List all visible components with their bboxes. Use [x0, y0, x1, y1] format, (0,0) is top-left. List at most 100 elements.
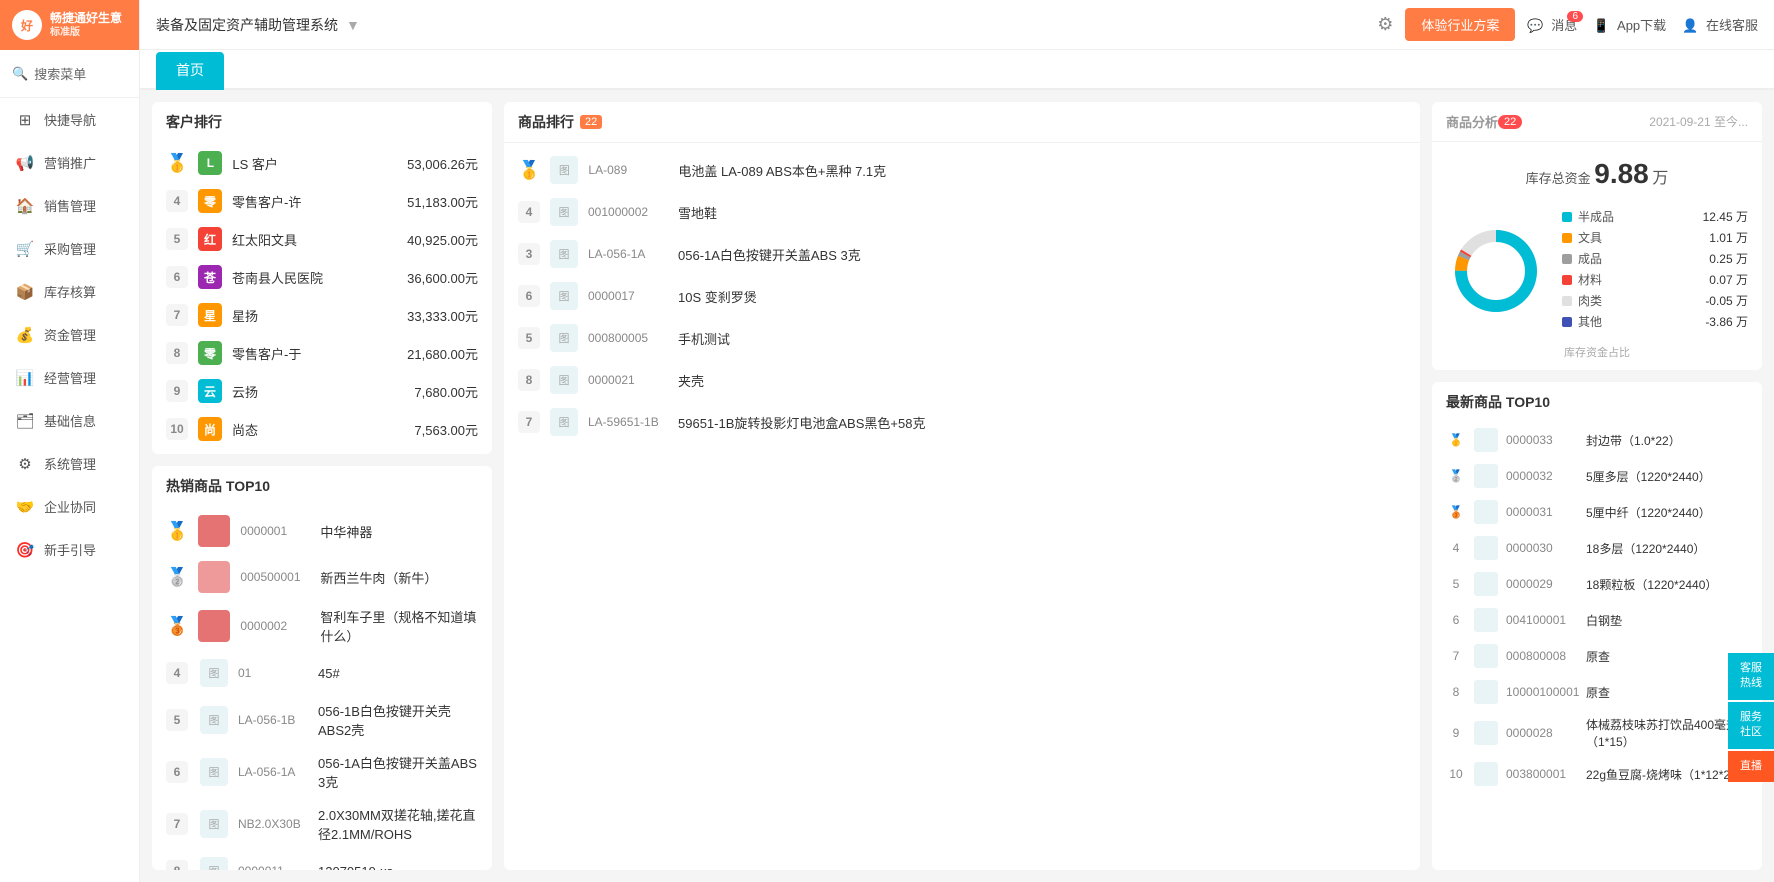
customer-ranking-card: 客户排行 🥇 L LS 客户 53,006.26元 4 零 零售客户-许 51	[152, 102, 492, 454]
sidebar-logo: 好 畅捷通好生意 标准版	[0, 0, 139, 50]
stock-header: 商品分析 22 2021-09-21 至今...	[1432, 102, 1762, 142]
legend-item: 肉类 -0.05 万	[1562, 292, 1748, 309]
new-products-title: 最新商品 TOP10	[1432, 382, 1762, 418]
legend-item: 其他 -3.86 万	[1562, 313, 1748, 330]
cooperation-icon: 🤝	[16, 498, 34, 516]
marketing-icon: 📢	[16, 154, 34, 172]
base-info-icon: 🗂	[16, 412, 34, 430]
customer-ranking-title: 客户排行	[152, 102, 492, 138]
customer-rank-item: 9 云 云扬 7,680.00元	[152, 372, 492, 410]
stock-chart-row: 半成品 12.45 万 文具 1.01 万 成品 0.25 万	[1432, 198, 1762, 344]
service-icon: 👤	[1682, 18, 1698, 33]
legend-item: 成品 0.25 万	[1562, 250, 1748, 267]
legend-item: 文具 1.01 万	[1562, 229, 1748, 246]
customer-rank-item: 🥇 L LS 客户 53,006.26元	[152, 144, 492, 182]
search-menu-btn[interactable]: 🔍 搜索菜单	[12, 60, 127, 87]
sidebar-item-quick-nav[interactable]: ⊞ 快捷导航	[0, 98, 139, 141]
float-btn-service[interactable]: 客服热线	[1728, 653, 1774, 700]
sales-icon: 🏠	[16, 197, 34, 215]
product-rank-item: 5 图 000800005 手机测试	[504, 317, 1420, 359]
inventory-icon: 📦	[16, 283, 34, 301]
customer-avatar-5: 星	[198, 303, 222, 327]
stock-caption: 库存资金占比	[1432, 344, 1762, 370]
hot-products-title: 热销商品 TOP10	[152, 466, 492, 502]
sidebar-item-sales[interactable]: 🏠 销售管理	[0, 184, 139, 227]
sidebar-item-operation[interactable]: 📊 经营管理	[0, 356, 139, 399]
new-products-card: 最新商品 TOP10 🥇 0000033 封边带（1.0*22） 🥈 00000…	[1432, 382, 1762, 870]
customer-avatar-4: 苍	[198, 265, 222, 289]
tab-home[interactable]: 首页	[156, 52, 224, 90]
system-icon: ⚙	[16, 455, 34, 473]
hot-thumb-3	[198, 610, 230, 642]
hot-thumb-1	[198, 515, 230, 547]
new-products-list: 🥇 0000033 封边带（1.0*22） 🥈 0000032 5厘多层（122…	[1432, 418, 1762, 796]
customer-rank-item: 6 苍 苍南县人民医院 36,600.00元	[152, 258, 492, 296]
sidebar-item-system[interactable]: ⚙ 系统管理	[0, 442, 139, 485]
sidebar-item-marketing[interactable]: 📢 营销推广	[0, 141, 139, 184]
customer-avatar-6: 零	[198, 341, 222, 365]
guide-icon: 🎯	[16, 541, 34, 559]
customer-rank-item: 8 零 零售客户-于 21,680.00元	[152, 334, 492, 372]
new-item: 6 004100001 白钢垫	[1432, 602, 1762, 638]
product-rank-item: 4 图 001000002 雪地鞋	[504, 191, 1420, 233]
sidebar-item-inventory[interactable]: 📦 库存核算	[0, 270, 139, 313]
new-item: 🥈 0000032 5厘多层（1220*2440）	[1432, 458, 1762, 494]
left-column: 客户排行 🥇 L LS 客户 53,006.26元 4 零 零售客户-许 51	[152, 102, 492, 870]
sidebar-item-guide[interactable]: 🎯 新手引导	[0, 528, 139, 571]
app-download-link[interactable]: 📱 App下载	[1593, 15, 1666, 34]
new-item: 9 0000028 体械荔枝味苏打饮品400毫升（1*15）	[1432, 710, 1762, 756]
try-btn[interactable]: 体验行业方案	[1405, 8, 1515, 41]
new-item: 4 0000030 18多层（1220*2440）	[1432, 530, 1762, 566]
product-ranking-list: 🥇 图 LA-089 电池盖 LA-089 ABS本色+黑种 7.1克 4 图 …	[504, 143, 1420, 449]
legend-item: 半成品 12.45 万	[1562, 208, 1748, 225]
new-item: 8 10000100001 原查	[1432, 674, 1762, 710]
sidebar-item-base-info[interactable]: 🗂 基础信息	[0, 399, 139, 442]
product-rank-item: 7 图 LA-59651-1B 59651-1B旋转投影灯电池盒ABS黑色+58…	[504, 401, 1420, 443]
product-rank-item: 8 图 0000021 夹壳	[504, 359, 1420, 401]
hot-item: 7 图 NB2.0X30B 2.0X30MM双搓花轴,搓花直径2.1MM/ROH…	[152, 798, 492, 850]
stock-donut-chart	[1446, 221, 1546, 321]
settings-icon[interactable]: ⚙	[1377, 14, 1393, 35]
message-icon: 💬	[1527, 18, 1543, 33]
app-icon: 📱	[1593, 18, 1609, 33]
hot-products-card: 热销商品 TOP10 🥇 0000001 中华神器 🥈 000500001 新西…	[152, 466, 492, 870]
hot-item: 🥉 0000002 智利车子里（规格不知道填什么）	[152, 600, 492, 652]
product-ranking-header: 商品排行 22	[504, 102, 1420, 143]
hot-item: 5 图 LA-056-1B 056-1B白色按键开关壳ABS2壳	[152, 694, 492, 746]
hot-item: 4 图 01 45#	[152, 652, 492, 694]
online-service-link[interactable]: 👤 在线客服	[1682, 15, 1758, 34]
customer-avatar-7: 云	[198, 379, 222, 403]
sidebar-nav: ⊞ 快捷导航 📢 营销推广 🏠 销售管理 🛒 采购管理 📦 库存核算 💰 资金管…	[0, 98, 139, 882]
main-content: 首页 客户排行 🥇 L LS 客户 53,006.26元 4	[140, 50, 1774, 882]
gold-medal-icon: 🥇	[166, 153, 188, 174]
product-rank-item: 🥇 图 LA-089 电池盖 LA-089 ABS本色+黑种 7.1克	[504, 149, 1420, 191]
customer-ranking-list: 🥇 L LS 客户 53,006.26元 4 零 零售客户-许 51,183.0…	[152, 138, 492, 454]
sidebar: 好 畅捷通好生意 标准版 🔍 搜索菜单 ⊞ 快捷导航 📢 营销推广 🏠 销售管理…	[0, 0, 140, 882]
new-item: 🥇 0000033 封边带（1.0*22）	[1432, 422, 1762, 458]
message-badge[interactable]: 💬 6 消息	[1527, 15, 1577, 34]
middle-column: 商品排行 22 🥇 图 LA-089 电池盖 LA-089 ABS本色+黑种 7…	[504, 102, 1420, 870]
sidebar-item-purchase[interactable]: 🛒 采购管理	[0, 227, 139, 270]
product-ranking-card: 商品排行 22 🥇 图 LA-089 电池盖 LA-089 ABS本色+黑种 7…	[504, 102, 1420, 870]
new-item: 🥉 0000031 5厘中纤（1220*2440）	[1432, 494, 1762, 530]
customer-rank-item: 4 零 零售客户-许 51,183.00元	[152, 182, 492, 220]
page-tabs: 首页	[140, 50, 1774, 90]
hot-item: 🥇 0000001 中华神器	[152, 508, 492, 554]
new-item: 5 0000029 18颗粒板（1220*2440）	[1432, 566, 1762, 602]
float-btn-community[interactable]: 服务社区	[1728, 702, 1774, 749]
float-buttons: 客服热线 服务社区 直播	[1728, 653, 1774, 782]
legend-item: 材料 0.07 万	[1562, 271, 1748, 288]
hot-products-list: 🥇 0000001 中华神器 🥈 000500001 新西兰牛肉（新牛） 🥉	[152, 502, 492, 870]
chevron-down-icon[interactable]: ▼	[346, 17, 360, 33]
customer-avatar-2: 零	[198, 189, 222, 213]
stock-legend: 半成品 12.45 万 文具 1.01 万 成品 0.25 万	[1562, 208, 1748, 334]
quick-nav-icon: ⊞	[16, 111, 34, 129]
search-icon: 🔍	[12, 66, 28, 82]
float-btn-live[interactable]: 直播	[1728, 751, 1774, 782]
product-rank-item: 6 图 0000017 10S 变刹罗煲	[504, 275, 1420, 317]
new-item: 10 003800001 22g鱼豆腐-烧烤味（1*12*20）	[1432, 756, 1762, 792]
sidebar-item-finance[interactable]: 💰 资金管理	[0, 313, 139, 356]
customer-rank-item: 5 红 红太阳文具 40,925.00元	[152, 220, 492, 258]
topbar: 装备及固定资产辅助管理系统 ▼ ⚙ 体验行业方案 💬 6 消息 📱 App下载 …	[140, 0, 1774, 50]
sidebar-item-cooperation[interactable]: 🤝 企业协同	[0, 485, 139, 528]
